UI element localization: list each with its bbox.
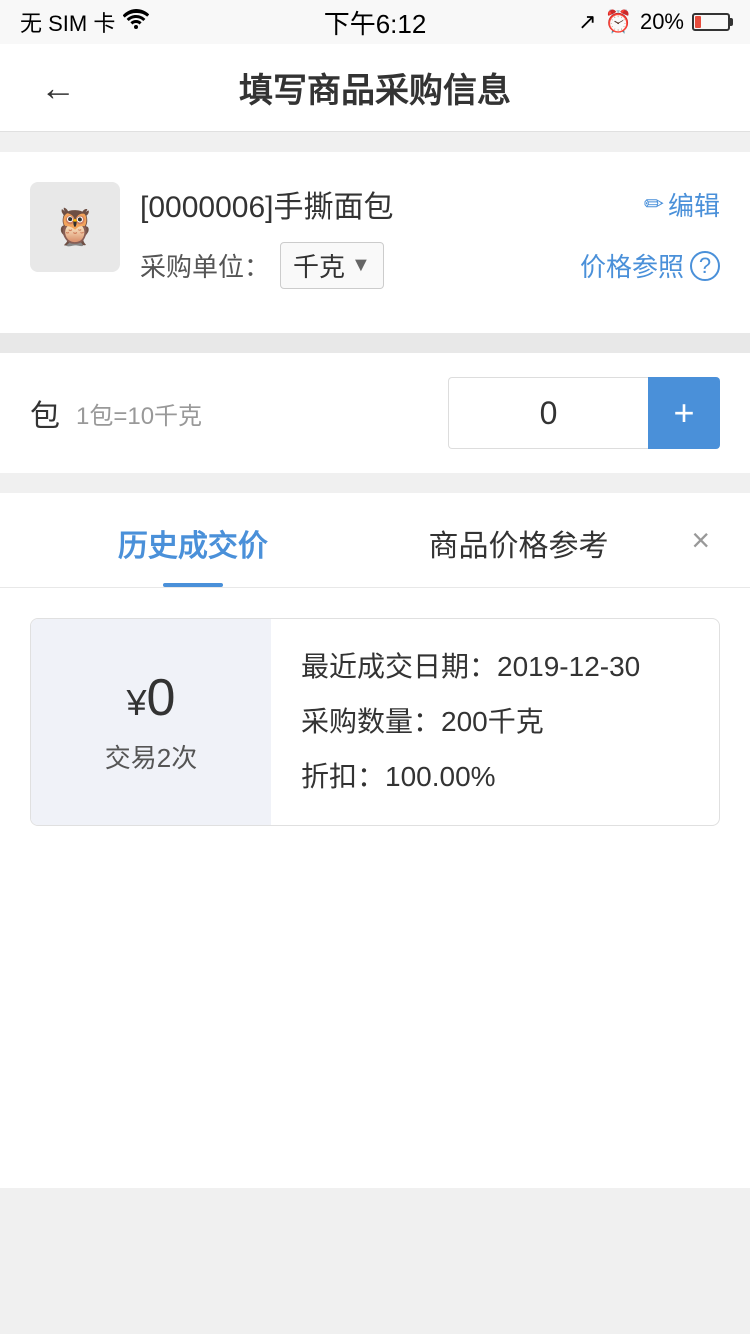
quantity-row: 包 1包=10千克 +: [0, 353, 750, 473]
nav-bar: ← 填写商品采购信息: [0, 44, 750, 132]
price-card-area: ¥0 交易2次 最近成交日期：2019-12-30 采购数量：200千克 折扣：…: [0, 588, 750, 856]
edit-link[interactable]: ✏ 编辑: [644, 186, 720, 223]
price-ref-link[interactable]: 价格参照 ?: [580, 247, 720, 284]
price-purchase-qty: 采购数量：200千克: [301, 702, 689, 741]
status-right: ↗ ⏰ 20%: [578, 9, 730, 35]
price-trade-count: 交易2次: [105, 738, 197, 775]
status-left: 无 SIM 卡: [20, 6, 149, 38]
product-card: 🦉 [0000006]手撕面包 ✏ 编辑 采购单位： 千克 ▼: [0, 152, 750, 333]
tab-section: 历史成交价 商品价格参考 × ¥0 交易2次 最近成交日期：2019-12-30: [0, 493, 750, 1188]
carrier-text: 无 SIM 卡: [20, 6, 115, 38]
product-thumbnail-icon: 🦉: [53, 206, 98, 248]
quantity-label-area: 包 1包=10千克: [30, 391, 428, 435]
quantity-input[interactable]: [448, 377, 648, 449]
unit-label: 采购单位：: [140, 247, 270, 284]
price-recent-date: 最近成交日期：2019-12-30: [301, 647, 689, 686]
price-discount: 折扣：100.00%: [301, 757, 689, 796]
help-icon[interactable]: ?: [690, 251, 720, 281]
location-icon: ↗: [578, 9, 596, 35]
page-title: 填写商品采购信息: [239, 63, 511, 112]
quantity-unit-desc: 1包=10千克: [76, 396, 202, 431]
price-currency: ¥: [127, 682, 147, 723]
edit-icon: ✏: [644, 190, 664, 219]
unit-value: 千克: [293, 247, 345, 284]
tab-header: 历史成交价 商品价格参考 ×: [0, 493, 750, 588]
alarm-icon: ⏰: [605, 9, 632, 35]
tab-close-button[interactable]: ×: [681, 502, 720, 579]
price-card: ¥0 交易2次 最近成交日期：2019-12-30 采购数量：200千克 折扣：…: [30, 618, 720, 826]
product-name-row: [0000006]手撕面包 ✏ 编辑: [140, 182, 720, 226]
section-divider: [0, 333, 750, 353]
quantity-plus-button[interactable]: +: [648, 377, 720, 449]
battery-percent-text: 20%: [640, 9, 684, 35]
battery-icon: [692, 13, 730, 31]
edit-label: 编辑: [668, 186, 720, 223]
tab-content-area: ¥0 交易2次 最近成交日期：2019-12-30 采购数量：200千克 折扣：…: [0, 588, 750, 1188]
quantity-input-area: +: [448, 377, 720, 449]
price-ref-label: 价格参照: [580, 247, 684, 284]
product-unit-row: 采购单位： 千克 ▼ 价格参照 ?: [140, 242, 720, 289]
status-time: 下午6:12: [324, 4, 427, 41]
unit-dropdown-arrow: ▼: [351, 254, 371, 277]
tab-history-price[interactable]: 历史成交价: [30, 493, 356, 587]
status-bar: 无 SIM 卡 下午6:12 ↗ ⏰ 20%: [0, 0, 750, 44]
product-header: 🦉 [0000006]手撕面包 ✏ 编辑 采购单位： 千克 ▼: [30, 182, 720, 289]
unit-select[interactable]: 千克 ▼: [280, 242, 384, 289]
tab-product-price-ref[interactable]: 商品价格参考: [356, 493, 682, 587]
wifi-icon: [123, 9, 149, 35]
price-card-right: 最近成交日期：2019-12-30 采购数量：200千克 折扣：100.00%: [271, 619, 719, 825]
back-button[interactable]: ←: [30, 57, 86, 119]
price-card-left: ¥0 交易2次: [31, 619, 271, 825]
product-name: [0000006]手撕面包: [140, 182, 393, 226]
product-thumbnail: 🦉: [30, 182, 120, 272]
price-amount: ¥0: [127, 668, 176, 728]
product-info: [0000006]手撕面包 ✏ 编辑 采购单位： 千克 ▼ 价格参照: [140, 182, 720, 289]
quantity-unit-badge: 包: [30, 391, 60, 435]
